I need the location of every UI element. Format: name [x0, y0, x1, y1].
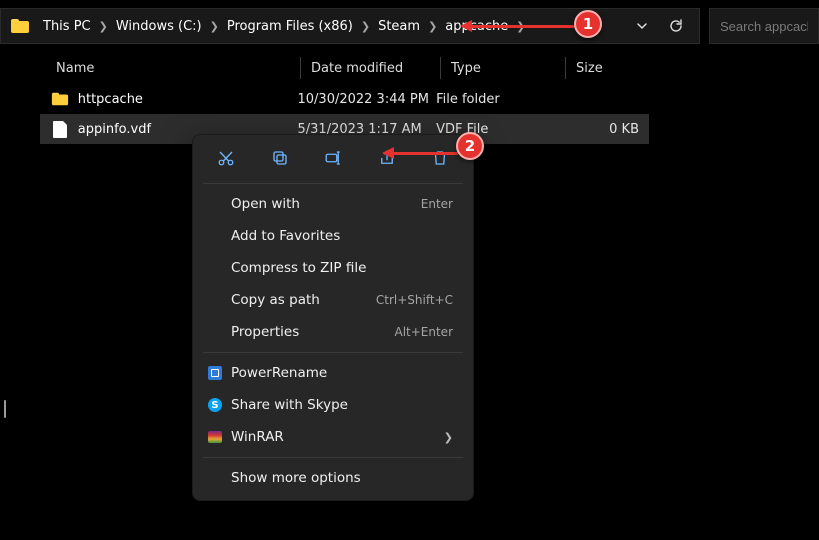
annotation-arrow	[392, 152, 458, 155]
delete-icon[interactable]	[429, 147, 451, 169]
powerrename-icon	[207, 365, 223, 381]
folder-icon	[11, 19, 29, 33]
file-type: File folder	[436, 92, 560, 107]
menu-item-label: WinRAR	[231, 429, 284, 445]
file-size: 0 KB	[560, 122, 649, 137]
context-menu: Open with Enter Add to Favorites Compres…	[192, 134, 474, 501]
annotation-arrow-head	[460, 20, 472, 32]
rename-icon[interactable]	[322, 147, 344, 169]
separator	[203, 352, 463, 353]
menu-item-copy-path[interactable]: Copy as path Ctrl+Shift+C	[199, 284, 467, 316]
menu-item-properties[interactable]: Properties Alt+Enter	[199, 316, 467, 348]
file-date: 10/30/2022 3:44 PM	[298, 92, 437, 107]
annotation-badge-1: 1	[574, 10, 602, 38]
cut-icon[interactable]	[215, 147, 237, 169]
menu-item-label: Copy as path	[231, 292, 320, 308]
sidebar	[0, 54, 30, 540]
skype-icon: S	[207, 397, 223, 413]
chevron-right-icon[interactable]: ❯	[361, 20, 370, 33]
menu-item-accelerator: Enter	[421, 197, 453, 211]
menu-item-add-favorites[interactable]: Add to Favorites	[199, 220, 467, 252]
history-dropdown-button[interactable]	[633, 17, 651, 35]
menu-item-label: Compress to ZIP file	[231, 260, 366, 276]
chevron-right-icon[interactable]: ❯	[428, 20, 437, 33]
menu-item-compress-zip[interactable]: Compress to ZIP file	[199, 252, 467, 284]
copy-icon[interactable]	[269, 147, 291, 169]
annotation-arrow-head	[382, 147, 394, 159]
chevron-right-icon[interactable]: ❯	[210, 20, 219, 33]
separator	[203, 183, 463, 184]
table-row[interactable]: httpcache 10/30/2022 3:44 PM File folder	[40, 84, 649, 114]
menu-item-accelerator: Ctrl+Shift+C	[376, 293, 453, 307]
column-header-type[interactable]: Type	[440, 57, 565, 79]
annotation-badge-2: 2	[456, 132, 484, 160]
breadcrumb-item[interactable]: Steam	[374, 17, 424, 36]
menu-item-label: Open with	[231, 196, 300, 212]
winrar-icon	[207, 429, 223, 445]
menu-item-label: Show more options	[231, 470, 361, 486]
separator	[203, 457, 463, 458]
column-header-date[interactable]: Date modified	[300, 57, 440, 79]
menu-item-label: Add to Favorites	[231, 228, 340, 244]
chevron-right-icon: ❯	[444, 431, 453, 444]
menu-item-show-more[interactable]: Show more options	[199, 462, 467, 494]
column-header-size[interactable]: Size	[565, 57, 655, 79]
menu-item-label: PowerRename	[231, 365, 327, 381]
menu-item-winrar[interactable]: WinRAR ❯	[199, 421, 467, 453]
search-box[interactable]	[709, 8, 819, 44]
file-icon	[48, 121, 72, 138]
search-input[interactable]	[720, 19, 808, 34]
folder-icon	[48, 92, 72, 106]
column-headers: Name Date modified Type Size	[40, 54, 819, 82]
file-name: httpcache	[72, 92, 298, 107]
menu-item-accelerator: Alt+Enter	[394, 325, 453, 339]
menu-item-skype[interactable]: S Share with Skype	[199, 389, 467, 421]
chevron-right-icon[interactable]: ❯	[99, 20, 108, 33]
menu-item-powerrename[interactable]: PowerRename	[199, 357, 467, 389]
refresh-button[interactable]	[667, 17, 685, 35]
annotation-arrow	[470, 25, 576, 28]
menu-item-open-with[interactable]: Open with Enter	[199, 188, 467, 220]
breadcrumb-item[interactable]: Windows (C:)	[112, 17, 206, 36]
menu-item-label: Properties	[231, 324, 299, 340]
column-header-name[interactable]: Name	[40, 61, 300, 76]
breadcrumb-item[interactable]: This PC	[39, 17, 95, 36]
breadcrumb-item[interactable]: Program Files (x86)	[223, 17, 357, 36]
menu-item-label: Share with Skype	[231, 397, 348, 413]
